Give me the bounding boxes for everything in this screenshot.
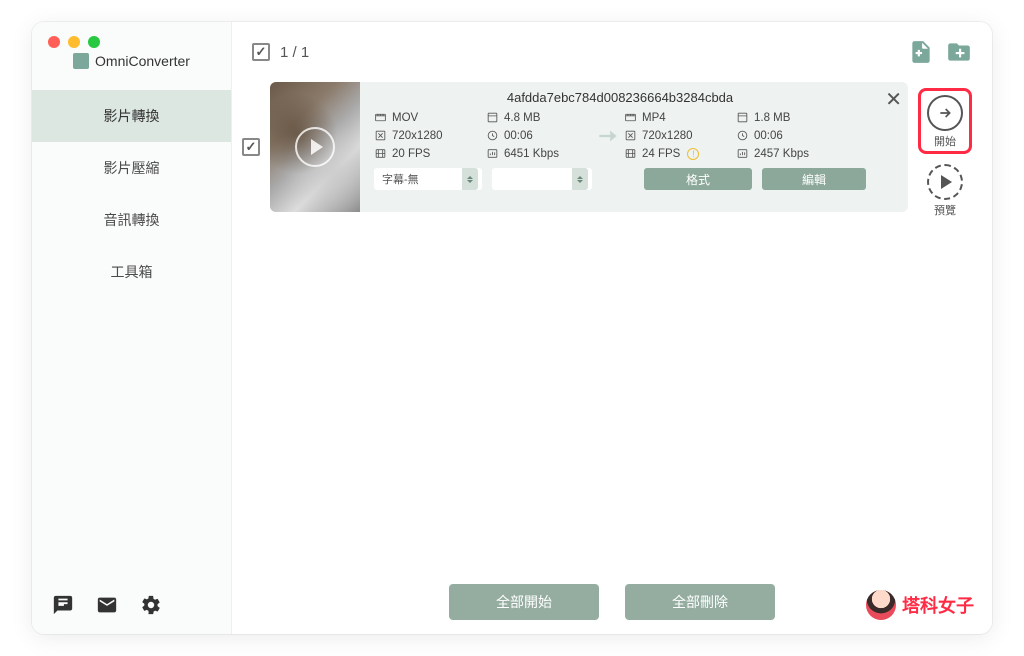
delete-all-button[interactable]: 全部刪除 bbox=[625, 584, 775, 620]
footer: 全部開始 全部刪除 塔科女子 bbox=[232, 570, 992, 634]
chevron-updown-icon bbox=[462, 168, 478, 190]
watermark: 塔科女子 bbox=[866, 590, 974, 620]
file-row-checkbox[interactable] bbox=[242, 138, 260, 156]
add-file-icon[interactable] bbox=[908, 39, 934, 65]
app-window: OmniConverter 影片轉換 影片壓縮 音訊轉換 工具箱 1 / 1 bbox=[32, 22, 992, 634]
file-card: 4afdda7ebc784d008236664b3284cbda MOV 720… bbox=[270, 82, 908, 212]
target-size: 1.8 MB bbox=[736, 111, 844, 124]
watermark-avatar-icon bbox=[866, 590, 896, 620]
subtitle-select[interactable]: 字幕-無 bbox=[374, 168, 482, 190]
mail-icon[interactable] bbox=[96, 594, 118, 616]
sidebar-item-label: 音訊轉換 bbox=[104, 210, 160, 230]
app-name: OmniConverter bbox=[95, 53, 190, 69]
start-button[interactable]: 開始 bbox=[918, 88, 972, 154]
minimize-window-icon[interactable] bbox=[68, 36, 80, 48]
maximize-window-icon[interactable] bbox=[88, 36, 100, 48]
sidebar-item-label: 工具箱 bbox=[111, 262, 153, 282]
app-logo-icon bbox=[73, 53, 89, 69]
format-button[interactable]: 格式 bbox=[644, 168, 752, 190]
sidebar: OmniConverter 影片轉換 影片壓縮 音訊轉換 工具箱 bbox=[32, 22, 232, 634]
file-action-row: 字幕-無 格式 編輯 bbox=[374, 168, 866, 190]
source-format: MOV bbox=[374, 111, 486, 124]
add-folder-icon[interactable] bbox=[946, 39, 972, 65]
arrow-right-icon bbox=[592, 123, 624, 149]
file-side-actions: 開始 預覽 bbox=[918, 88, 972, 218]
topbar: 1 / 1 bbox=[232, 22, 992, 82]
main-panel: 1 / 1 4afdda7ebc784d008236664b3284cbda M… bbox=[232, 22, 992, 634]
sidebar-item-toolbox[interactable]: 工具箱 bbox=[32, 246, 231, 298]
target-bitrate: 2457 Kbps bbox=[736, 147, 844, 160]
sidebar-nav: 影片轉換 影片壓縮 音訊轉換 工具箱 bbox=[32, 90, 231, 298]
preview-button[interactable]: 預覽 bbox=[927, 164, 963, 218]
preview-play-icon bbox=[927, 164, 963, 200]
subtitle-select-label: 字幕-無 bbox=[382, 171, 419, 187]
warning-icon: ! bbox=[687, 148, 699, 160]
start-all-button[interactable]: 全部開始 bbox=[449, 584, 599, 620]
select-all-checkbox[interactable] bbox=[252, 43, 270, 61]
file-list: 4afdda7ebc784d008236664b3284cbda MOV 720… bbox=[232, 82, 992, 570]
file-specs: MOV 720x1280 20 FPS 4.8 MB 00:06 6451 Kb… bbox=[374, 111, 866, 160]
file-name: 4afdda7ebc784d008236664b3284cbda bbox=[374, 90, 866, 105]
start-arrow-icon bbox=[927, 95, 963, 131]
sidebar-item-video-compress[interactable]: 影片壓縮 bbox=[32, 142, 231, 194]
source-size: 4.8 MB bbox=[486, 111, 592, 124]
sidebar-item-audio-convert[interactable]: 音訊轉換 bbox=[32, 194, 231, 246]
feedback-icon[interactable] bbox=[52, 594, 74, 616]
chevron-updown-icon bbox=[572, 168, 588, 190]
target-format: MP4 bbox=[624, 111, 736, 124]
source-fps: 20 FPS bbox=[374, 147, 486, 160]
sidebar-footer bbox=[32, 576, 231, 634]
close-window-icon[interactable] bbox=[48, 36, 60, 48]
gear-icon[interactable] bbox=[140, 594, 162, 616]
sidebar-item-video-convert[interactable]: 影片轉換 bbox=[32, 90, 231, 142]
audio-select[interactable] bbox=[492, 168, 592, 190]
video-thumbnail[interactable] bbox=[270, 82, 360, 212]
play-icon bbox=[295, 127, 335, 167]
window-controls bbox=[48, 36, 100, 48]
source-duration: 00:06 bbox=[486, 129, 592, 142]
target-resolution: 720x1280 bbox=[624, 129, 736, 142]
preview-button-label: 預覽 bbox=[934, 202, 956, 218]
target-fps: 24 FPS! bbox=[624, 147, 736, 160]
edit-button[interactable]: 編輯 bbox=[762, 168, 866, 190]
source-bitrate: 6451 Kbps bbox=[486, 147, 592, 160]
start-button-label: 開始 bbox=[934, 133, 956, 149]
remove-file-icon[interactable]: ✕ bbox=[885, 90, 902, 110]
sidebar-item-label: 影片轉換 bbox=[104, 106, 160, 126]
source-resolution: 720x1280 bbox=[374, 129, 486, 142]
sidebar-item-label: 影片壓縮 bbox=[104, 158, 160, 178]
selection-count: 1 / 1 bbox=[280, 44, 309, 61]
watermark-text: 塔科女子 bbox=[902, 592, 974, 618]
target-duration: 00:06 bbox=[736, 129, 844, 142]
app-brand: OmniConverter bbox=[32, 22, 231, 90]
